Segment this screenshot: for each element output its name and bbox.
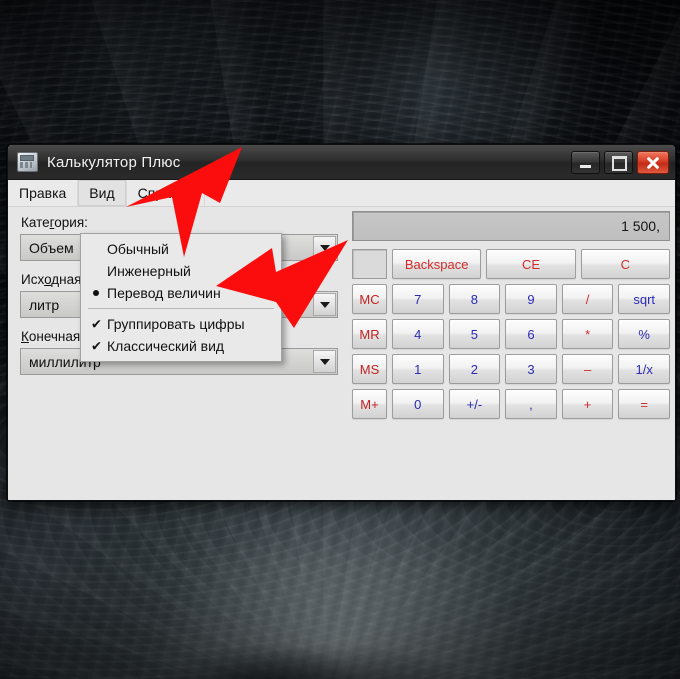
- key-4[interactable]: 4: [392, 319, 444, 349]
- clear-buttons-group: Backspace CE C: [392, 249, 670, 279]
- key-sign[interactable]: +/-: [448, 389, 501, 419]
- radio-bullet-icon: [93, 290, 99, 296]
- key-0[interactable]: 0: [392, 389, 444, 419]
- key-sqrt[interactable]: sqrt: [618, 284, 670, 314]
- calculator-panel: 1 500, Backspace CE C MC 7 8 9 / sqrt MR: [352, 211, 670, 419]
- chevron-down-icon[interactable]: [313, 350, 336, 373]
- calculator-top-row: Backspace CE C: [352, 249, 670, 279]
- key-3[interactable]: 3: [505, 354, 557, 384]
- chevron-down-icon[interactable]: [313, 293, 336, 316]
- key-minus[interactable]: –: [561, 354, 614, 384]
- key-percent[interactable]: %: [618, 319, 670, 349]
- key-8[interactable]: 8: [448, 284, 501, 314]
- key-multiply[interactable]: *: [561, 319, 614, 349]
- key-7[interactable]: 7: [392, 284, 444, 314]
- key-1[interactable]: 1: [392, 354, 444, 384]
- window-controls: [571, 151, 669, 174]
- window-titlebar[interactable]: Калькулятор Плюс: [8, 145, 675, 180]
- c-button[interactable]: C: [580, 249, 670, 279]
- window-body: Категория: Объем Исходная величина ( из …: [8, 207, 675, 500]
- chevron-down-icon[interactable]: [313, 236, 336, 259]
- category-label: Категория:: [21, 215, 88, 230]
- key-plus[interactable]: +: [561, 389, 614, 419]
- keypad-row-4: M+ 0 +/- , + =: [352, 389, 670, 419]
- checkmark-icon: ✔: [91, 338, 102, 354]
- menu-item-edit[interactable]: Правка: [8, 180, 79, 206]
- keypad-row-1: MC 7 8 9 / sqrt: [352, 284, 670, 314]
- view-dropdown-menu: Обычный Инженерный Перевод величин ✔ Гру…: [80, 233, 282, 362]
- menu-option-standard[interactable]: Обычный: [81, 238, 281, 260]
- memory-add-button[interactable]: M+: [352, 389, 387, 419]
- menu-option-classic-view[interactable]: ✔ Классический вид: [81, 335, 281, 357]
- close-button[interactable]: [637, 151, 669, 174]
- menu-option-label: Перевод величин: [107, 285, 221, 301]
- memory-recall-button[interactable]: MR: [352, 319, 387, 349]
- calculator-window: Калькулятор Плюс Правка Вид Справка Кате…: [7, 144, 676, 501]
- ce-button[interactable]: CE: [486, 249, 576, 279]
- key-2[interactable]: 2: [448, 354, 501, 384]
- maximize-button[interactable]: [604, 151, 633, 174]
- key-5[interactable]: 5: [448, 319, 501, 349]
- menu-separator: [88, 308, 274, 309]
- menu-option-group-digits[interactable]: ✔ Группировать цифры: [81, 313, 281, 335]
- menu-option-label: Группировать цифры: [107, 316, 245, 332]
- checkmark-icon: ✔: [91, 316, 102, 332]
- key-equals[interactable]: =: [618, 389, 670, 419]
- key-6[interactable]: 6: [505, 319, 557, 349]
- key-decimal[interactable]: ,: [505, 389, 557, 419]
- key-divide[interactable]: /: [561, 284, 614, 314]
- menu-option-scientific[interactable]: Инженерный: [81, 260, 281, 282]
- calculator-display: 1 500,: [352, 211, 670, 241]
- category-value: Объем: [29, 239, 74, 256]
- backspace-button[interactable]: Backspace: [392, 249, 482, 279]
- keypad-row-3: MS 1 2 3 – 1/x: [352, 354, 670, 384]
- menubar: Правка Вид Справка: [8, 180, 675, 207]
- menu-option-unit-conversion[interactable]: Перевод величин: [81, 282, 281, 304]
- menu-option-label: Обычный: [107, 241, 169, 257]
- menu-option-label: Классический вид: [107, 338, 225, 354]
- memory-clear-button[interactable]: MC: [352, 284, 387, 314]
- window-title: Калькулятор Плюс: [47, 153, 181, 171]
- menu-item-help[interactable]: Справка: [127, 180, 205, 206]
- minimize-button[interactable]: [571, 151, 600, 174]
- memory-indicator: [352, 249, 387, 279]
- source-unit-value: литр: [29, 296, 60, 313]
- memory-store-button[interactable]: MS: [352, 354, 387, 384]
- key-reciprocal[interactable]: 1/x: [618, 354, 670, 384]
- keypad-row-2: MR 4 5 6 * %: [352, 319, 670, 349]
- menu-option-label: Инженерный: [107, 263, 191, 279]
- menu-item-view[interactable]: Вид: [78, 180, 127, 206]
- key-9[interactable]: 9: [505, 284, 557, 314]
- calculator-icon: [17, 152, 38, 172]
